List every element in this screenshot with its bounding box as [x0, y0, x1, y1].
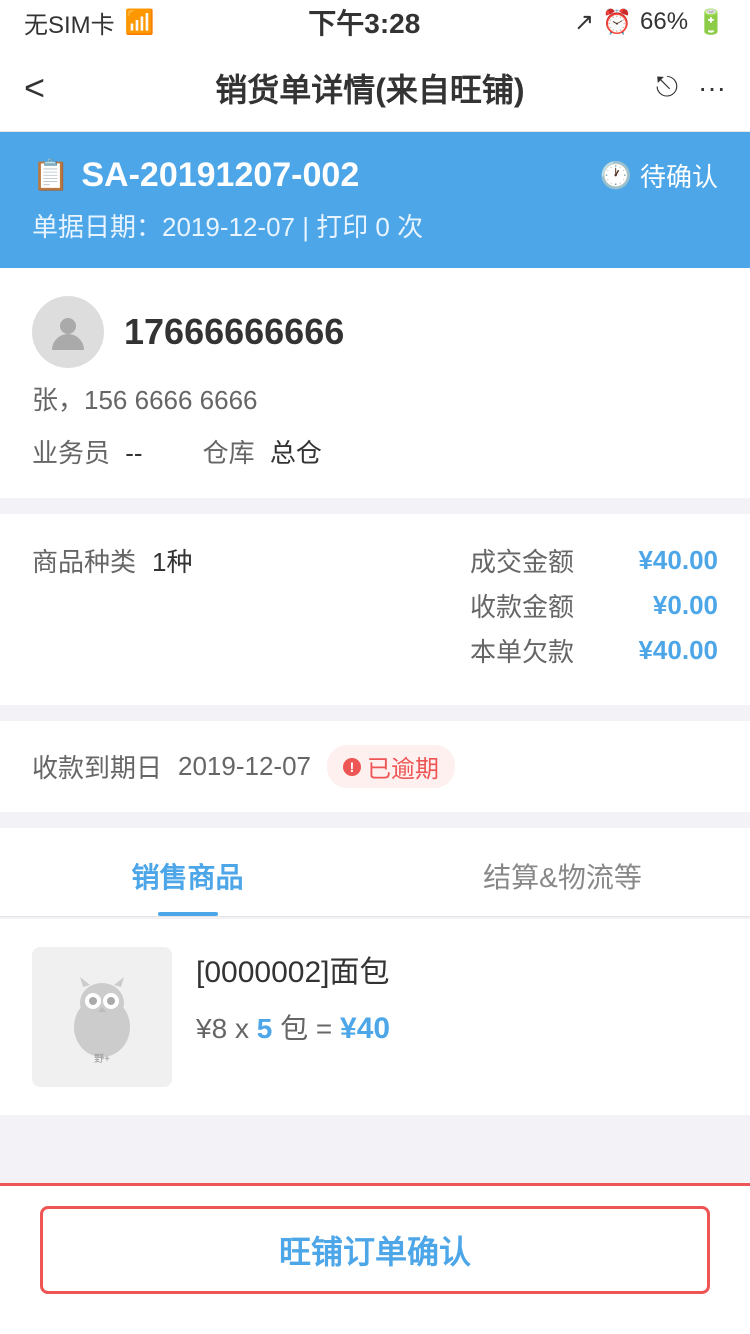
warehouse-value: 总仓 [270, 438, 322, 468]
overdue-label: 已逾期 [367, 749, 439, 784]
product-total: ¥40 [340, 1012, 390, 1045]
confirm-order-button[interactable]: 旺铺订单确认 [40, 1206, 710, 1294]
received-amount-row: 收款金额 ¥0.00 [470, 587, 718, 624]
warehouse-info: 仓库 总仓 [203, 433, 322, 470]
due-date-card: 收款到期日 2019-12-07 ! 已逾期 [0, 721, 750, 812]
clock-icon: 🕐 [600, 160, 632, 191]
order-icon: 📋 [32, 158, 69, 193]
product-quantity: 5 [257, 1013, 273, 1044]
overdue-icon: ! [343, 758, 361, 776]
deal-amount-row: 成交金额 ¥40.00 [470, 542, 718, 579]
order-id: 📋 SA-20191207-002 [32, 156, 359, 195]
status-left: 无SIM卡 📶 [24, 5, 155, 40]
alarm-icon: ⏰ [602, 8, 632, 37]
product-types: 商品种类 1种 [32, 542, 192, 579]
tab-products[interactable]: 销售商品 [0, 828, 375, 916]
owed-value: ¥40.00 [598, 635, 718, 666]
bottom-bar: 旺铺订单确认 [0, 1183, 750, 1334]
product-name: [0000002]面包 [196, 947, 718, 991]
carrier-label: 无SIM卡 [24, 5, 115, 40]
customer-meta: 业务员 -- 仓库 总仓 [32, 433, 718, 470]
amounts-block: 成交金额 ¥40.00 收款金额 ¥0.00 本单欠款 ¥40.00 [470, 542, 718, 677]
customer-card: 17666666666 张，156 6666 6666 业务员 -- 仓库 总仓 [0, 268, 750, 498]
customer-subname: 张，156 6666 6666 [32, 380, 718, 417]
share-icon[interactable]: ⎋ [656, 71, 678, 104]
salesperson-value: -- [125, 438, 142, 468]
wifi-icon: 📶 [125, 8, 155, 37]
order-header: 📋 SA-20191207-002 🕐 待确认 单据日期：2019-12-07 … [0, 132, 750, 268]
product-thumbnail: 野+ [32, 947, 172, 1087]
status-right: ↗ ⏰ 66% 🔋 [574, 8, 726, 37]
due-date-value: 2019-12-07 [178, 751, 311, 782]
back-button[interactable]: < [24, 67, 84, 109]
status-bar: 无SIM卡 📶 下午3:28 ↗ ⏰ 66% 🔋 [0, 0, 750, 44]
due-date-label: 收款到期日 [32, 748, 162, 785]
nav-bar: < 销货单详情(来自旺铺) ⎋ ··· [0, 44, 750, 132]
order-date: 单据日期：2019-12-07 | 打印 0 次 [32, 207, 718, 244]
svg-text:野+: 野+ [94, 1053, 110, 1065]
battery-label: 66% [640, 8, 688, 36]
overdue-badge: ! 已逾期 [327, 745, 455, 788]
customer-phone: 17666666666 [124, 311, 344, 353]
battery-icon: 🔋 [696, 8, 726, 37]
product-list-item: 野+ [0000002]面包 ¥8 x 5 包 = ¥40 [0, 919, 750, 1115]
deal-amount-value: ¥40.00 [598, 545, 718, 576]
tab-settlement[interactable]: 结算&物流等 [375, 828, 750, 916]
product-info: [0000002]面包 ¥8 x 5 包 = ¥40 [196, 947, 718, 1087]
summary-card: 商品种类 1种 成交金额 ¥40.00 收款金额 ¥0.00 本单欠款 ¥40.… [0, 514, 750, 705]
tab-bar: 销售商品 结算&物流等 [0, 828, 750, 917]
salesperson-info: 业务员 -- [32, 433, 143, 470]
product-price: ¥8 x 5 包 = ¥40 [196, 1007, 718, 1047]
received-amount-value: ¥0.00 [598, 590, 718, 621]
status-time: 下午3:28 [308, 2, 420, 42]
nav-actions: ⎋ ··· [656, 71, 726, 104]
customer-avatar [32, 296, 104, 368]
more-icon[interactable]: ··· [698, 72, 726, 104]
owed-row: 本单欠款 ¥40.00 [470, 632, 718, 669]
location-icon: ↗ [574, 8, 594, 37]
order-status: 🕐 待确认 [600, 157, 718, 194]
page-title: 销货单详情(来自旺铺) [84, 65, 656, 111]
